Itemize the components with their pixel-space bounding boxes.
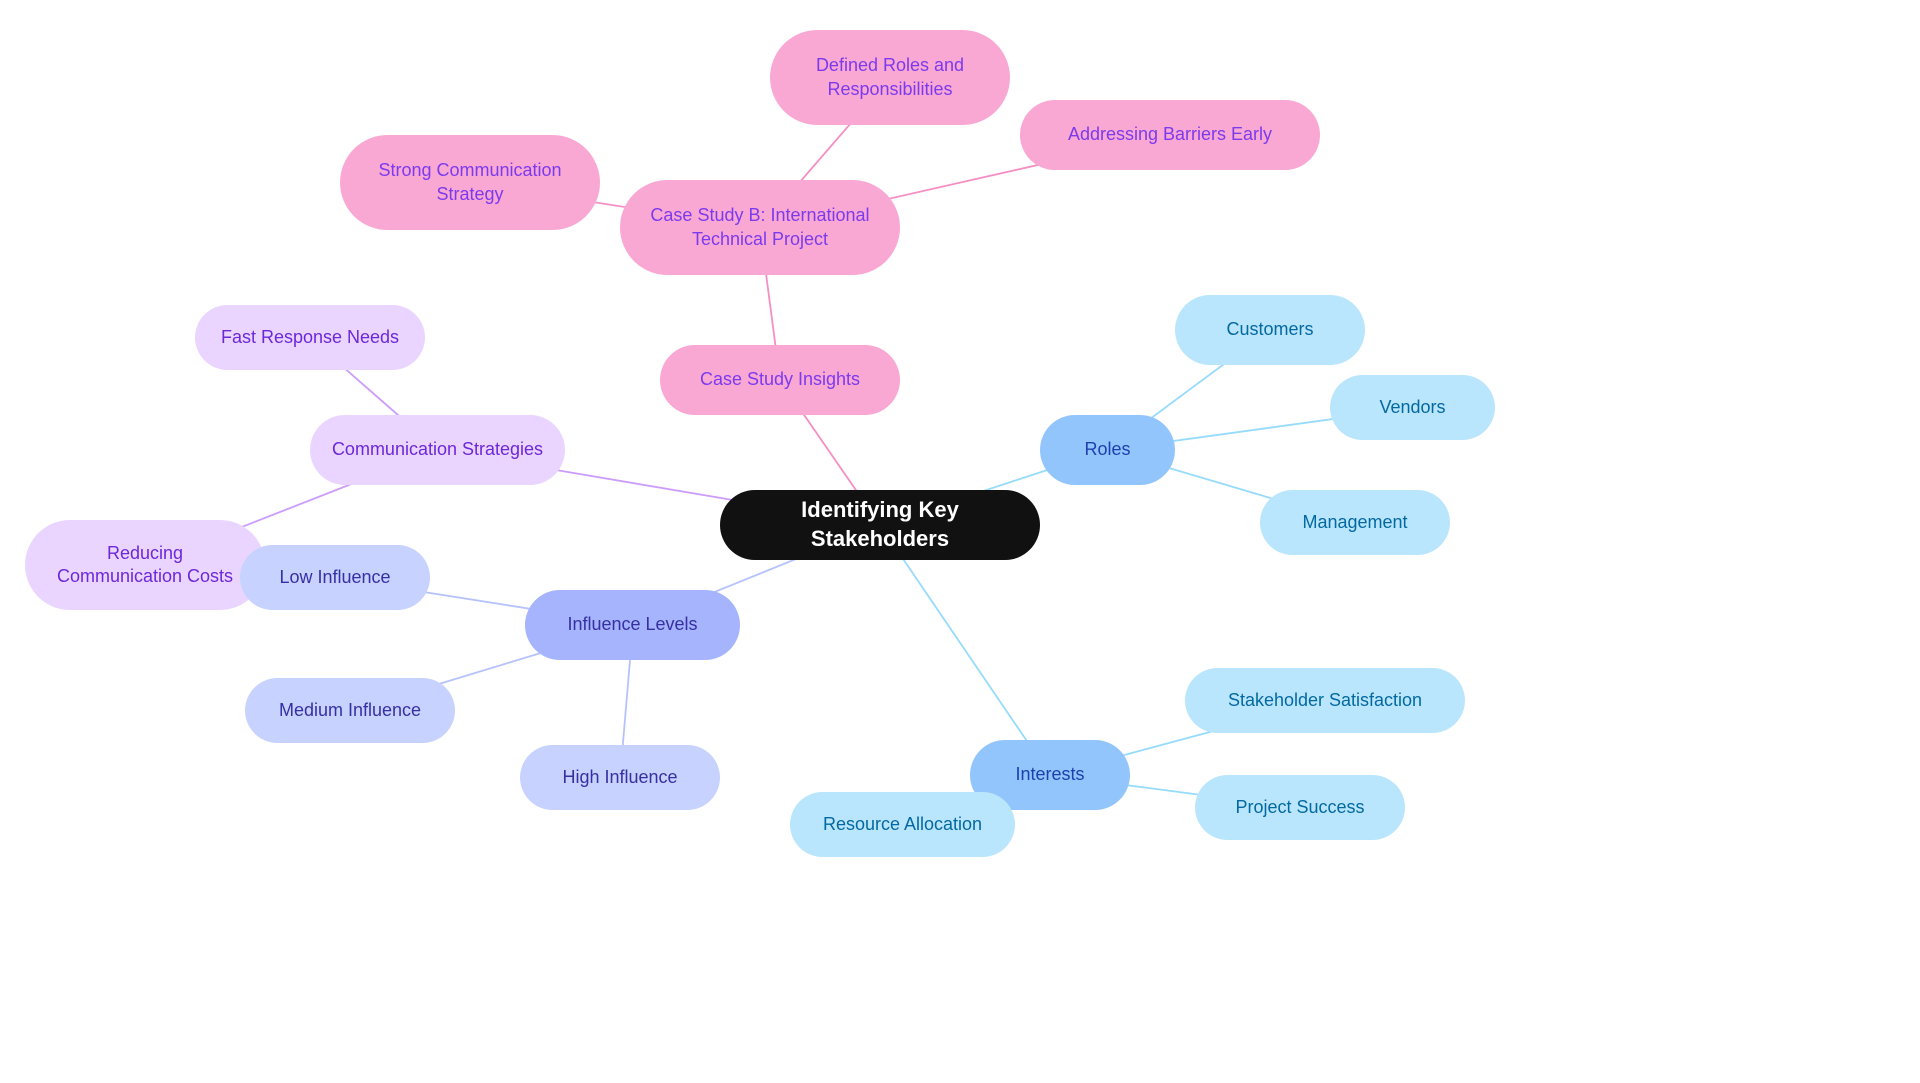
low-influence-node[interactable]: Low Influence [240,545,430,610]
fast-response-label: Fast Response Needs [221,326,399,349]
comm-strategies-label: Communication Strategies [332,438,543,461]
addressing-barriers-node[interactable]: Addressing Barriers Early [1020,100,1320,170]
stakeholder-sat-label: Stakeholder Satisfaction [1228,689,1422,712]
addressing-barriers-label: Addressing Barriers Early [1068,123,1272,146]
interests-label: Interests [1015,763,1084,786]
project-success-label: Project Success [1235,796,1364,819]
roles-node[interactable]: Roles [1040,415,1175,485]
influence-levels-node[interactable]: Influence Levels [525,590,740,660]
project-success-node[interactable]: Project Success [1195,775,1405,840]
low-influence-label: Low Influence [279,566,390,589]
resource-alloc-node[interactable]: Resource Allocation [790,792,1015,857]
defined-roles-node[interactable]: Defined Roles and Responsibilities [770,30,1010,125]
management-node[interactable]: Management [1260,490,1450,555]
customers-node[interactable]: Customers [1175,295,1365,365]
customers-label: Customers [1226,318,1313,341]
stakeholder-sat-node[interactable]: Stakeholder Satisfaction [1185,668,1465,733]
strong-comm-label: Strong Communication Strategy [360,159,580,206]
high-influence-node[interactable]: High Influence [520,745,720,810]
case-study-b-node[interactable]: Case Study B: International Technical Pr… [620,180,900,275]
medium-influence-node[interactable]: Medium Influence [245,678,455,743]
resource-alloc-label: Resource Allocation [823,813,982,836]
vendors-label: Vendors [1379,396,1445,419]
roles-label: Roles [1084,438,1130,461]
center-label: Identifying Key Stakeholders [740,496,1020,553]
case-study-b-label: Case Study B: International Technical Pr… [640,204,880,251]
vendors-node[interactable]: Vendors [1330,375,1495,440]
management-label: Management [1302,511,1407,534]
defined-roles-label: Defined Roles and Responsibilities [790,54,990,101]
reducing-comm-node[interactable]: Reducing Communication Costs [25,520,265,610]
case-study-insights-node[interactable]: Case Study Insights [660,345,900,415]
high-influence-label: High Influence [562,766,677,789]
comm-strategies-node[interactable]: Communication Strategies [310,415,565,485]
case-study-insights-label: Case Study Insights [700,368,860,391]
reducing-comm-label: Reducing Communication Costs [45,542,245,589]
influence-levels-label: Influence Levels [567,613,697,636]
medium-influence-label: Medium Influence [279,699,421,722]
fast-response-node[interactable]: Fast Response Needs [195,305,425,370]
strong-comm-node[interactable]: Strong Communication Strategy [340,135,600,230]
center-node[interactable]: Identifying Key Stakeholders [720,490,1040,560]
